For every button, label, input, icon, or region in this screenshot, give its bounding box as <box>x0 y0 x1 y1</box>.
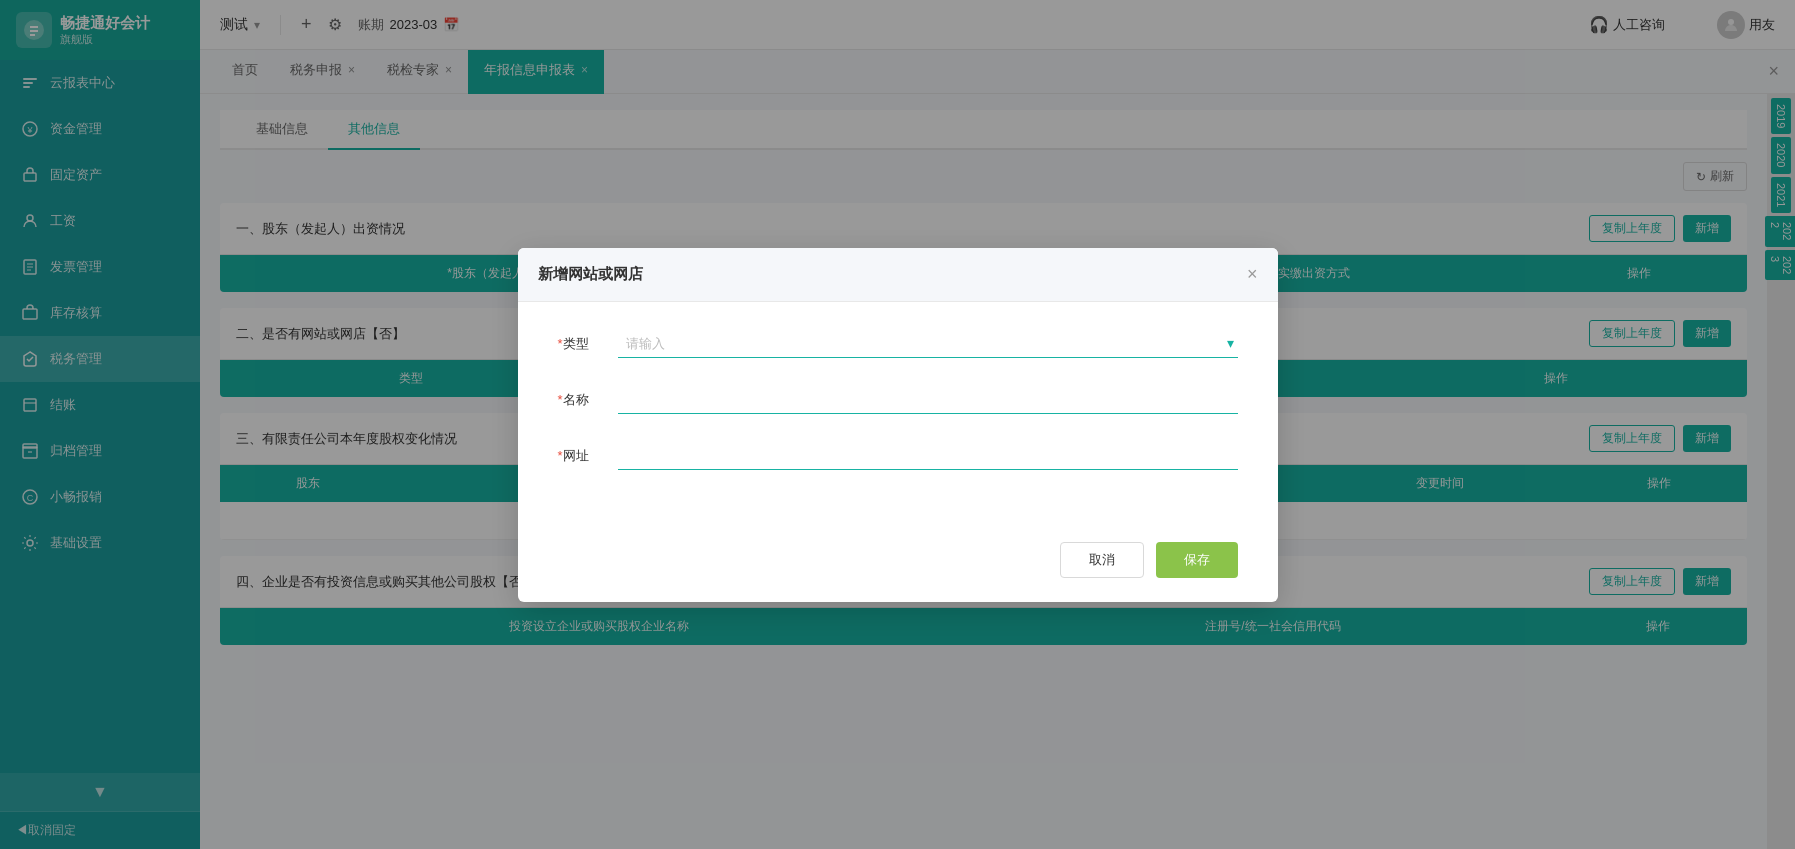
modal-title: 新增网站或网店 <box>538 265 643 284</box>
modal-overlay[interactable]: 新增网站或网店 × *类型 ▾ *名称 <box>0 0 1795 849</box>
modal-header: 新增网站或网店 × <box>518 248 1278 302</box>
name-label: *名称 <box>558 391 618 409</box>
type-label: *类型 <box>558 335 618 353</box>
form-row-type: *类型 ▾ <box>558 330 1238 358</box>
modal-add-website: 新增网站或网店 × *类型 ▾ *名称 <box>518 248 1278 602</box>
modal-footer: 取消 保存 <box>518 526 1278 602</box>
modal-close-button[interactable]: × <box>1247 264 1258 285</box>
form-row-name: *名称 <box>558 386 1238 414</box>
form-row-url: *网址 <box>558 442 1238 470</box>
name-input-wrap <box>618 386 1238 414</box>
modal-body: *类型 ▾ *名称 *网址 <box>518 302 1278 526</box>
url-label-text: 网址 <box>563 448 589 463</box>
type-dropdown-icon[interactable]: ▾ <box>1227 335 1234 351</box>
url-input[interactable] <box>618 442 1238 469</box>
save-button[interactable]: 保存 <box>1156 542 1238 578</box>
type-label-text: 类型 <box>563 336 589 351</box>
name-input[interactable] <box>618 386 1238 413</box>
cancel-button[interactable]: 取消 <box>1060 542 1144 578</box>
type-input[interactable] <box>618 330 1238 357</box>
type-input-wrap: ▾ <box>618 330 1238 358</box>
url-input-wrap <box>618 442 1238 470</box>
url-label: *网址 <box>558 447 618 465</box>
name-label-text: 名称 <box>563 392 589 407</box>
